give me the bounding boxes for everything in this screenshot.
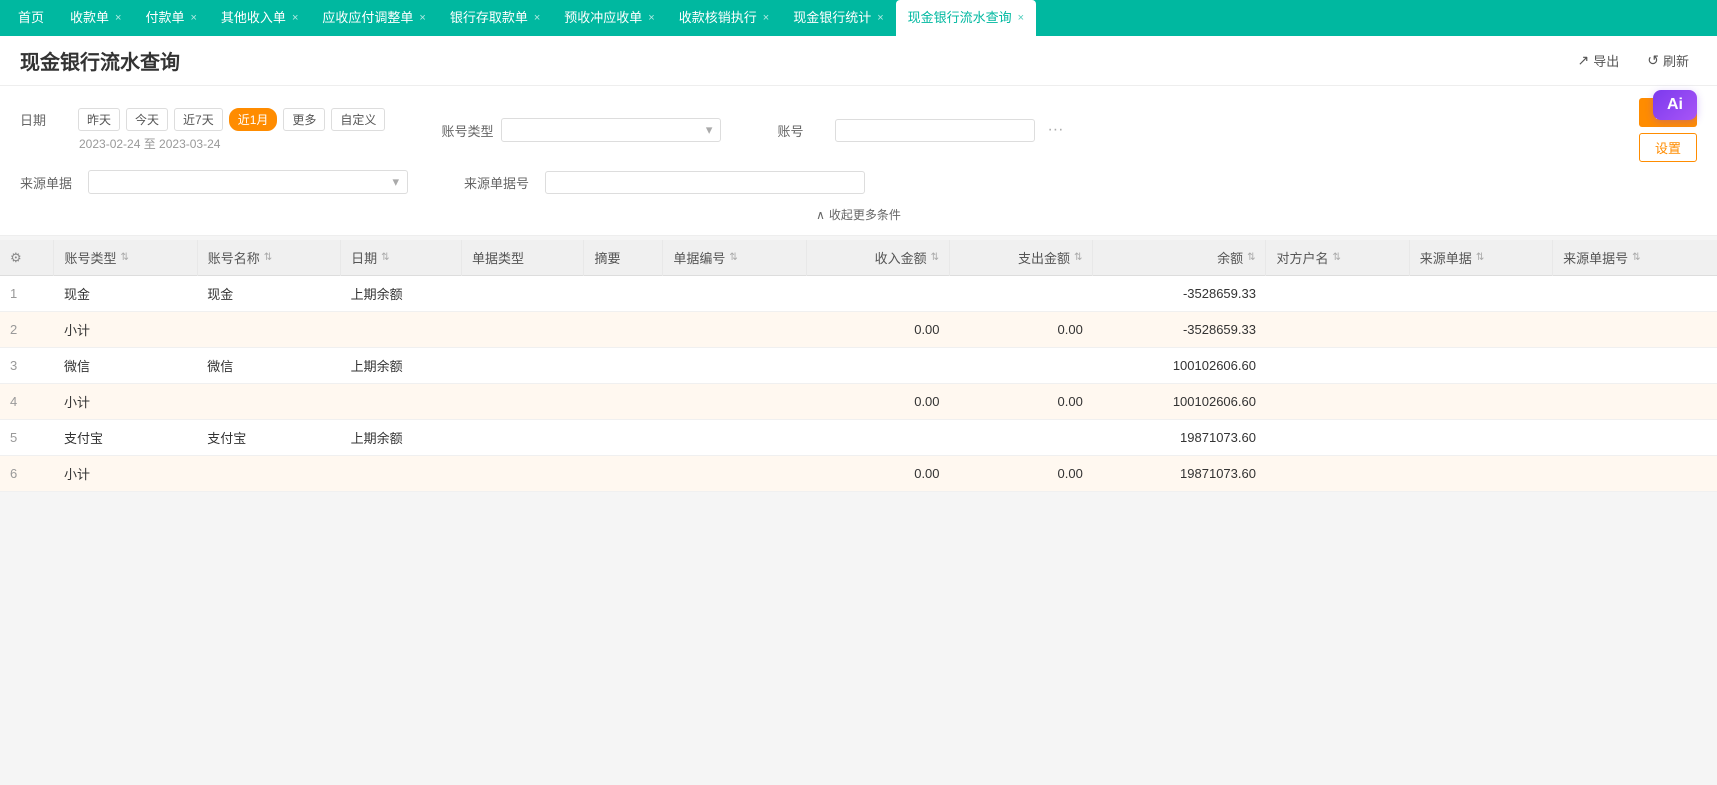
date-btn-custom[interactable]: 自定义 xyxy=(331,108,385,131)
nav-item-7[interactable]: 现金银行统计 × xyxy=(781,0,895,36)
table-row[interactable]: 3微信微信上期余额100102606.60 xyxy=(0,348,1717,384)
chevron-down-icon-2: ▾ xyxy=(392,174,399,190)
source-doc-label: 来源单据 xyxy=(20,173,72,192)
table-row[interactable]: 5支付宝支付宝上期余额19871073.60 xyxy=(0,420,1717,456)
date-btn-1month[interactable]: 近1月 xyxy=(229,108,278,131)
table-row[interactable]: 2小计0.000.00-3528659.33 xyxy=(0,312,1717,348)
nav-item-3[interactable]: 应收应付调整单 × xyxy=(310,0,437,36)
data-table: ⚙ 账号类型 ⇅ 账号名称 ⇅ 日期 xyxy=(0,240,1717,492)
sort-icon: ⇅ xyxy=(1632,253,1640,263)
sort-icon: ⇅ xyxy=(1074,253,1082,263)
date-label: 日期 xyxy=(20,110,70,129)
table-row[interactable]: 1现金现金上期余额-3528659.33 xyxy=(0,276,1717,312)
collapse-label: 收起更多条件 xyxy=(829,206,901,223)
account-input[interactable] xyxy=(835,119,1035,142)
date-range-text: 2023-02-24 至 2023-03-24 xyxy=(79,137,220,151)
col-gear[interactable]: ⚙ xyxy=(0,240,54,276)
col-doc-number[interactable]: 单据编号 ⇅ xyxy=(663,240,806,276)
account-type-select[interactable]: ▾ xyxy=(501,118,721,142)
col-date[interactable]: 日期 ⇅ xyxy=(341,240,462,276)
nav-item-6[interactable]: 收款核销执行 × xyxy=(667,0,781,36)
filter-area: 日期 昨天 今天 近7天 近1月 更多 自定义 2023-02-24 至 202… xyxy=(0,86,1717,236)
sort-icon: ⇅ xyxy=(1332,253,1340,263)
ai-badge[interactable]: Ai xyxy=(1653,90,1697,120)
close-icon[interactable]: × xyxy=(1018,0,1024,36)
nav-item-5[interactable]: 预收冲应收单 × xyxy=(552,0,666,36)
col-account-type[interactable]: 账号类型 ⇅ xyxy=(54,240,197,276)
col-doc-type[interactable]: 单据类型 xyxy=(461,240,584,276)
nav-item-4[interactable]: 银行存取款单 × xyxy=(438,0,552,36)
close-icon[interactable]: × xyxy=(534,0,540,36)
export-button[interactable]: ↗ 导出 xyxy=(1570,47,1628,74)
collapse-icon: ∧ xyxy=(816,208,825,222)
more-options-icon[interactable]: ··· xyxy=(1043,121,1067,139)
collapse-bar[interactable]: ∧ 收起更多条件 xyxy=(20,202,1697,229)
nav-item-1[interactable]: 付款单 × xyxy=(133,0,208,36)
col-expense[interactable]: 支出金额 ⇅ xyxy=(950,240,1093,276)
table-row[interactable]: 6小计0.000.0019871073.60 xyxy=(0,456,1717,492)
sort-icon: ⇅ xyxy=(264,253,272,263)
sort-icon: ⇅ xyxy=(729,253,737,263)
col-account-name[interactable]: 账号名称 ⇅ xyxy=(197,240,340,276)
filter-row-1: 日期 昨天 今天 近7天 近1月 更多 自定义 2023-02-24 至 202… xyxy=(20,98,1697,162)
nav-item-0[interactable]: 收款单 × xyxy=(58,0,133,36)
sort-icon: ⇅ xyxy=(1476,253,1484,263)
refresh-button[interactable]: ↺ 刷新 xyxy=(1639,47,1697,74)
date-btn-today[interactable]: 今天 xyxy=(126,108,168,131)
filter-row-2: 来源单据 ▾ 来源单据号 xyxy=(20,170,1697,194)
close-icon[interactable]: × xyxy=(292,0,298,36)
date-btn-yesterday[interactable]: 昨天 xyxy=(78,108,120,131)
col-balance[interactable]: 余额 ⇅ xyxy=(1093,240,1266,276)
table-row[interactable]: 4小计0.000.00100102606.60 xyxy=(0,384,1717,420)
account-type-label: 账号类型 xyxy=(441,121,493,140)
close-icon[interactable]: × xyxy=(648,0,654,36)
nav-item-2[interactable]: 其他收入单 × xyxy=(209,0,310,36)
account-label: 账号 xyxy=(777,121,827,140)
header-actions: ↗ 导出 ↺ 刷新 xyxy=(1570,47,1698,74)
col-income[interactable]: 收入金额 ⇅ xyxy=(806,240,949,276)
col-counterpart[interactable]: 对方户名 ⇅ xyxy=(1266,240,1409,276)
close-icon[interactable]: × xyxy=(419,0,425,36)
source-doc-select[interactable]: ▾ xyxy=(88,170,408,194)
col-summary[interactable]: 摘要 xyxy=(584,240,663,276)
settings-button[interactable]: 设置 xyxy=(1639,133,1697,162)
col-source-doc[interactable]: 来源单据 ⇅ xyxy=(1409,240,1552,276)
top-navigation: 首页 收款单 × 付款单 × 其他收入单 × 应收应付调整单 × 银行存取款单 … xyxy=(0,0,1717,36)
sort-icon: ⇅ xyxy=(931,253,939,263)
close-icon[interactable]: × xyxy=(190,0,196,36)
settings-icon[interactable]: ⚙ xyxy=(10,250,22,265)
page-title: 现金银行流水查询 xyxy=(20,46,180,75)
nav-item-8[interactable]: 现金银行流水查询 × xyxy=(896,0,1036,36)
table-container: ⚙ 账号类型 ⇅ 账号名称 ⇅ 日期 xyxy=(0,240,1717,492)
date-btn-more[interactable]: 更多 xyxy=(283,108,325,131)
sort-icon: ⇅ xyxy=(120,253,128,263)
page-header: 现金银行流水查询 ↗ 导出 ↺ 刷新 xyxy=(0,36,1717,86)
chevron-down-icon: ▾ xyxy=(706,122,713,138)
sort-icon: ⇅ xyxy=(381,253,389,263)
table-header-row: ⚙ 账号类型 ⇅ 账号名称 ⇅ 日期 xyxy=(0,240,1717,276)
nav-home[interactable]: 首页 xyxy=(4,0,58,36)
refresh-icon: ↺ xyxy=(1647,52,1659,69)
close-icon[interactable]: × xyxy=(115,0,121,36)
date-btn-7days[interactable]: 近7天 xyxy=(174,108,223,131)
col-source-doc-num[interactable]: 来源单据号 ⇅ xyxy=(1553,240,1717,276)
source-doc-num-label: 来源单据号 xyxy=(464,173,529,192)
date-options: 昨天 今天 近7天 近1月 更多 自定义 xyxy=(78,108,385,131)
close-icon[interactable]: × xyxy=(763,0,769,36)
sort-icon: ⇅ xyxy=(1247,253,1255,263)
source-doc-num-input[interactable] xyxy=(545,171,865,194)
close-icon[interactable]: × xyxy=(877,0,883,36)
export-icon: ↗ xyxy=(1578,52,1590,69)
